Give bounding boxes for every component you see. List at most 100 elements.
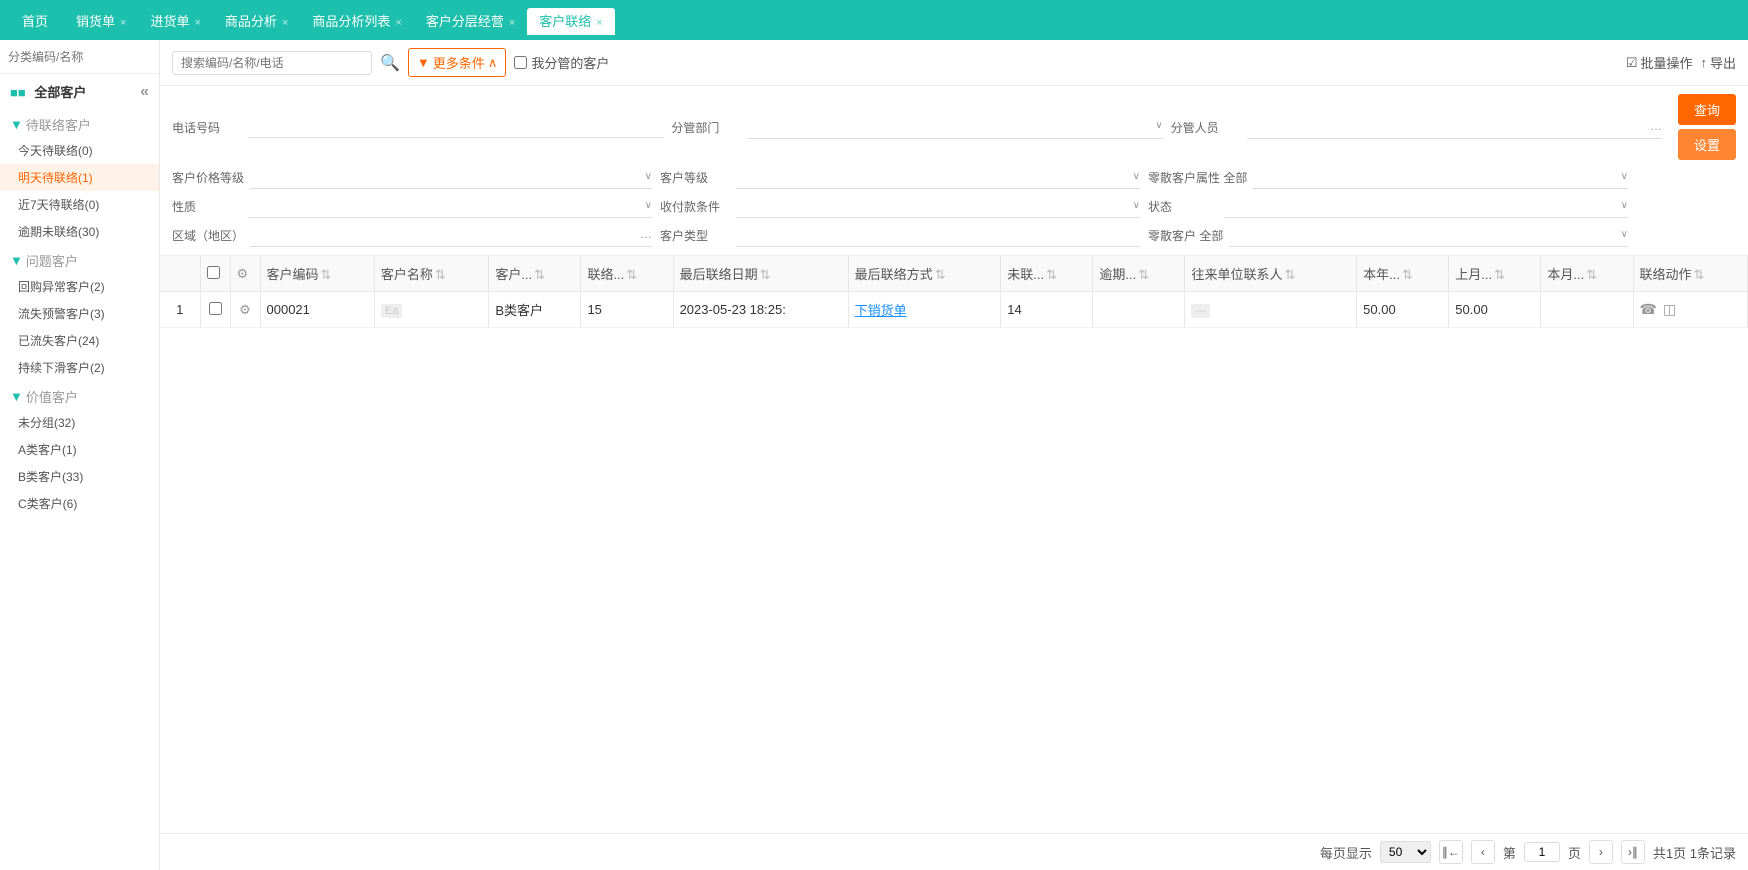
customer-level-input[interactable]	[736, 166, 1133, 186]
phone-input[interactable]	[248, 117, 663, 138]
row-checkbox[interactable]	[209, 302, 222, 315]
sort-icon-last_contact_type[interactable]: ⇅	[935, 267, 946, 282]
sidebar-search-input[interactable]	[8, 50, 160, 64]
sidebar-item-0-1[interactable]: 明天待联络(1)	[0, 164, 159, 191]
retail-attr-input[interactable]	[1253, 166, 1620, 186]
region-input[interactable]	[250, 224, 640, 244]
col-header-check[interactable]	[200, 256, 230, 292]
page-number-input[interactable]	[1524, 842, 1560, 862]
grid-action-icon[interactable]: ◫	[1663, 301, 1676, 318]
my-customers-checkbox-wrap[interactable]: 我分管的客户	[514, 53, 609, 72]
sort-icon-contact[interactable]: ⇅	[626, 267, 637, 282]
status-input[interactable]	[1224, 195, 1621, 215]
sort-icon-overdue[interactable]: ⇅	[1138, 267, 1149, 282]
sort-icon-type[interactable]: ⇅	[534, 267, 545, 282]
sidebar-item-2-3[interactable]: C类客户(6)	[0, 490, 159, 517]
col-header-action[interactable]: 联络动作⇅	[1633, 256, 1747, 292]
sidebar-item-1-2[interactable]: 已流失客户(24)	[0, 327, 159, 354]
col-header-contact[interactable]: 联络...⇅	[581, 256, 673, 292]
sidebar-item-1-3[interactable]: 持续下滑客户(2)	[0, 354, 159, 381]
sidebar-collapse-btn[interactable]: «	[140, 83, 149, 101]
nav-tab-close-3[interactable]: ×	[395, 17, 401, 29]
col-header-unit_contact[interactable]: 往来单位联系人⇅	[1185, 256, 1357, 292]
dept-input[interactable]	[747, 116, 1155, 136]
sidebar-item-1-0[interactable]: 回购异常客户(2)	[0, 273, 159, 300]
export-btn[interactable]: ↑ 导出	[1700, 53, 1736, 72]
sort-icon-this_month[interactable]: ⇅	[1586, 267, 1597, 282]
nature-input[interactable]	[248, 195, 645, 215]
nav-tab-close-5[interactable]: ×	[596, 17, 602, 29]
customer-type-input[interactable]	[736, 224, 1140, 244]
nav-tab-close-4[interactable]: ×	[509, 17, 515, 29]
sort-icon-not_contacted[interactable]: ⇅	[1046, 267, 1057, 282]
sort-icon-name[interactable]: ⇅	[435, 267, 446, 282]
select-all-checkbox[interactable]	[207, 266, 220, 279]
price-level-arrow[interactable]: ∨	[645, 171, 652, 182]
next-page-btn[interactable]: ›	[1589, 840, 1613, 864]
nav-home[interactable]: 首页	[10, 5, 60, 36]
sort-icon-last_contact_date[interactable]: ⇅	[760, 267, 771, 282]
batch-op-btn[interactable]: ☑ 批量操作	[1626, 53, 1693, 72]
nav-tab-2[interactable]: 商品分析×	[213, 8, 300, 35]
sidebar-group-title-1[interactable]: ▼ 问题客户	[0, 245, 159, 273]
col-header-this_month[interactable]: 本月...⇅	[1541, 256, 1633, 292]
sidebar-item-0-2[interactable]: 近7天待联络(0)	[0, 191, 159, 218]
nav-tab-4[interactable]: 客户分层经营×	[414, 8, 527, 35]
dept-arrow-icon[interactable]: ∨	[1155, 120, 1162, 131]
col-header-last_month[interactable]: 上月...⇅	[1449, 256, 1541, 292]
row-gear-icon[interactable]: ⚙	[239, 302, 251, 317]
sidebar-item-2-0[interactable]: 未分组(32)	[0, 409, 159, 436]
col-header-name[interactable]: 客户名称⇅	[374, 256, 488, 292]
col-header-code[interactable]: 客户编码⇅	[260, 256, 374, 292]
query-btn[interactable]: 查询	[1678, 94, 1736, 125]
nav-tab-1[interactable]: 进货单×	[138, 8, 212, 35]
nav-tab-3[interactable]: 商品分析列表×	[300, 8, 413, 35]
gear-icon[interactable]: ⚙	[237, 266, 249, 281]
nav-tab-close-0[interactable]: ×	[120, 17, 126, 29]
sort-icon-this_year[interactable]: ⇅	[1402, 267, 1413, 282]
region-more-btn[interactable]: …	[640, 227, 652, 241]
sidebar-item-1-1[interactable]: 流失预警客户(3)	[0, 300, 159, 327]
payment-input[interactable]	[736, 195, 1133, 215]
last-page-btn[interactable]: ›∥	[1621, 840, 1645, 864]
sidebar-item-2-2[interactable]: B类客户(33)	[0, 463, 159, 490]
retail-customer-arrow[interactable]: ∨	[1621, 229, 1628, 240]
nav-tab-0[interactable]: 销货单×	[64, 8, 138, 35]
phone-action-icon[interactable]: ☎	[1640, 301, 1657, 318]
sidebar-item-2-1[interactable]: A类客户(1)	[0, 436, 159, 463]
nav-tab-close-1[interactable]: ×	[194, 17, 200, 29]
person-input[interactable]	[1247, 116, 1650, 136]
my-customers-checkbox[interactable]	[514, 56, 527, 69]
col-header-this_year[interactable]: 本年...⇅	[1357, 256, 1449, 292]
col-header-gear[interactable]: ⚙	[230, 256, 260, 292]
sort-icon-last_month[interactable]: ⇅	[1494, 267, 1505, 282]
nature-arrow[interactable]: ∨	[645, 200, 652, 211]
per-page-select[interactable]: 50 100 200	[1380, 841, 1431, 863]
sort-icon-code[interactable]: ⇅	[321, 267, 332, 282]
col-header-last_contact_date[interactable]: 最后联络日期⇅	[673, 256, 848, 292]
sort-icon-action[interactable]: ⇅	[1694, 267, 1705, 282]
nav-tab-close-2[interactable]: ×	[282, 17, 288, 29]
setting-btn[interactable]: 设置	[1678, 129, 1736, 160]
sidebar-item-0-3[interactable]: 逾期未联络(30)	[0, 218, 159, 245]
price-level-input[interactable]	[250, 166, 645, 186]
more-conditions-btn[interactable]: ▼ 更多条件 ∧	[408, 48, 506, 77]
sidebar-all-customers[interactable]: ■■ 全部客户 «	[0, 74, 159, 109]
sort-icon-unit_contact[interactable]: ⇅	[1285, 267, 1296, 282]
customer-level-arrow[interactable]: ∨	[1133, 171, 1140, 182]
sidebar-item-0-0[interactable]: 今天待联络(0)	[0, 137, 159, 164]
col-header-overdue[interactable]: 逾期...⇅	[1093, 256, 1185, 292]
prev-page-btn[interactable]: ‹	[1471, 840, 1495, 864]
first-page-btn[interactable]: ∥←	[1439, 840, 1463, 864]
col-header-not_contacted[interactable]: 未联...⇅	[1001, 256, 1093, 292]
retail-customer-input[interactable]	[1229, 224, 1620, 244]
retail-attr-arrow[interactable]: ∨	[1621, 171, 1628, 182]
col-header-type[interactable]: 客户...⇅	[489, 256, 581, 292]
sidebar-group-title-0[interactable]: ▼ 待联络客户	[0, 109, 159, 137]
payment-arrow[interactable]: ∨	[1133, 200, 1140, 211]
filter-search-input[interactable]	[172, 51, 372, 75]
filter-search-icon[interactable]: 🔍	[380, 53, 400, 73]
person-more-btn[interactable]: …	[1650, 119, 1662, 133]
last-contact-link[interactable]: 下销货单	[855, 303, 907, 318]
nav-tab-5[interactable]: 客户联络×	[527, 8, 614, 35]
